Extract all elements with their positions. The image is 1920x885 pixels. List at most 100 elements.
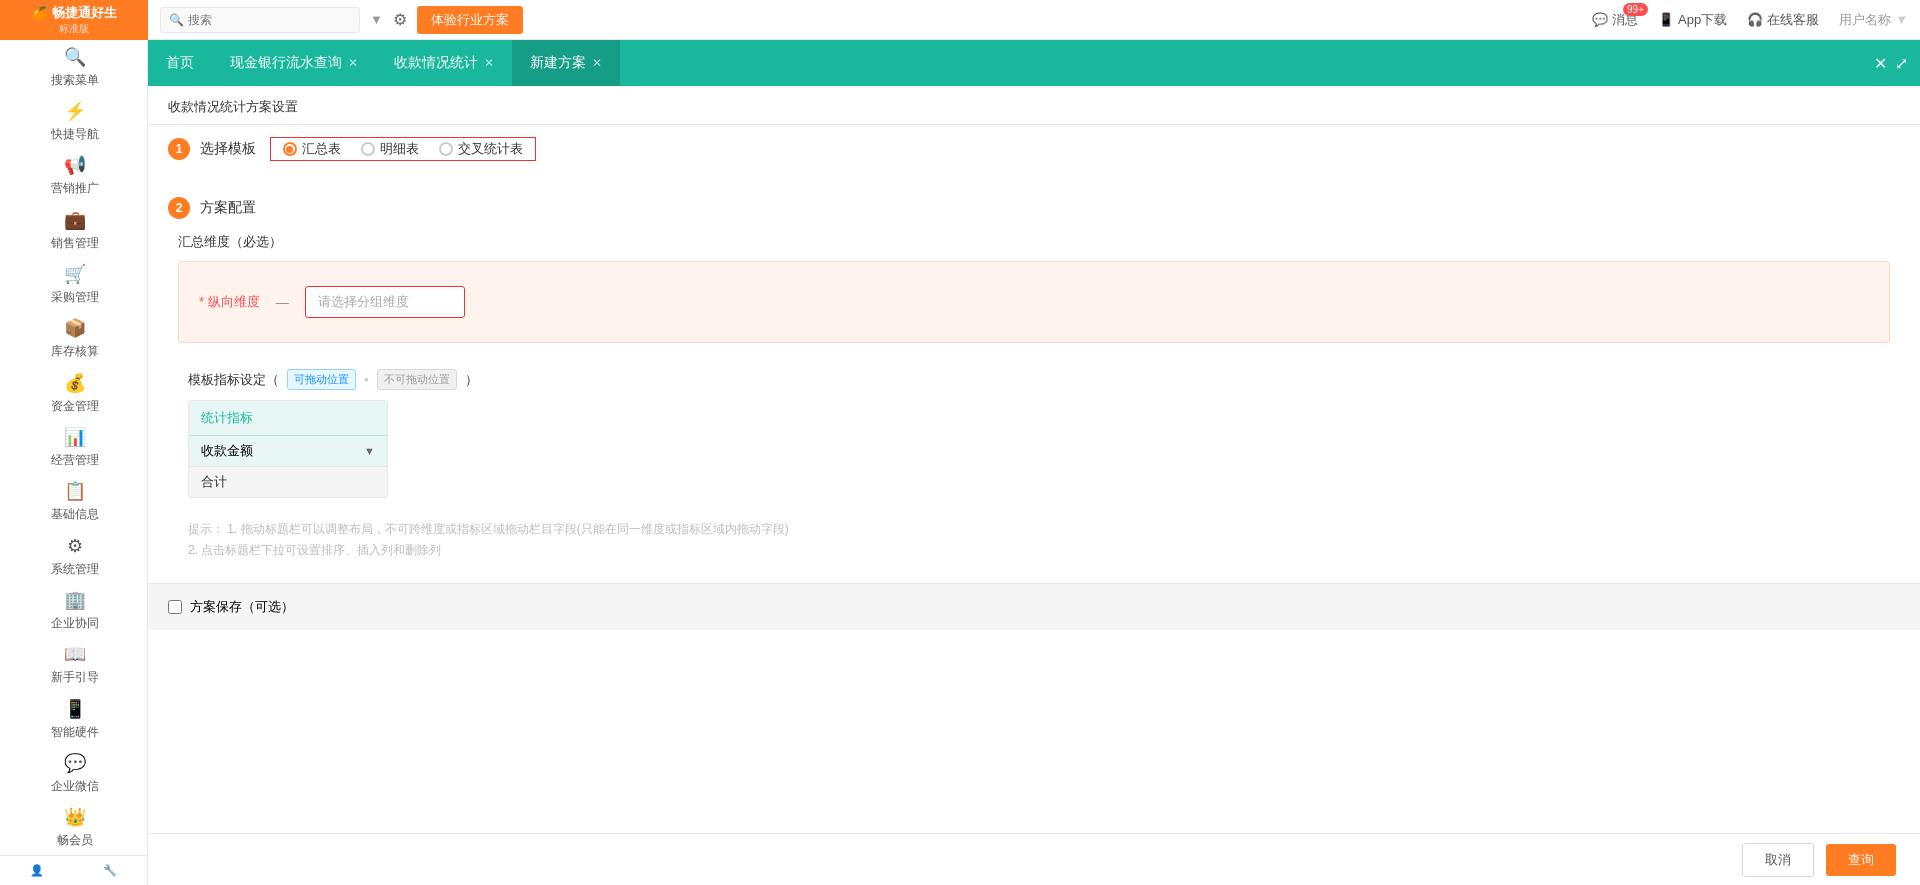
- tab-new-plan[interactable]: 新建方案 ✕: [512, 40, 620, 86]
- tab-receipt-stats-close[interactable]: ✕: [484, 56, 494, 70]
- marketing-icon: 📢: [64, 154, 86, 176]
- radio-detail[interactable]: 明细表: [361, 140, 419, 158]
- dimension-select-button[interactable]: 请选择分组维度: [305, 286, 465, 318]
- sidebar-item-system[interactable]: ⚙ 系统管理: [0, 529, 147, 583]
- sidebar-item-search[interactable]: 🔍 搜索菜单: [0, 40, 147, 94]
- inventory-icon: 📦: [64, 317, 86, 339]
- sidebar-item-label: 企业微信: [51, 778, 99, 795]
- radio-summary[interactable]: 汇总表: [283, 140, 341, 158]
- finance-icon: 💰: [64, 372, 86, 394]
- sidebar-item-wechat[interactable]: 💬 企业微信: [0, 746, 147, 800]
- guide-icon: 📖: [64, 643, 86, 665]
- sidebar-item-purchase[interactable]: 🛒 采购管理: [0, 257, 147, 311]
- page-inner: 收款情况统计方案设置 1 选择模板 汇总表: [148, 86, 1920, 833]
- sidebar-item-label: 库存核算: [51, 343, 99, 360]
- step2-section: 2 方案配置 汇总维度（必选） * 纵向维度 — 请选择分组维度: [148, 187, 1920, 583]
- hint-line-2: 2. 点击标题栏下拉可设置排序、插入列和删除列: [188, 542, 1880, 559]
- sidebar-item-enterprise[interactable]: 🏢 企业协同: [0, 583, 147, 637]
- save-section: 方案保存（可选）: [148, 584, 1920, 630]
- sidebar-item-marketing[interactable]: 📢 营销推广: [0, 149, 147, 203]
- radio-summary-label: 汇总表: [302, 140, 341, 158]
- save-checkbox[interactable]: [168, 600, 182, 614]
- sidebar-item-label: 快捷导航: [51, 126, 99, 143]
- dimension-row: * 纵向维度 — 请选择分组维度: [199, 286, 1869, 318]
- user-dropdown-icon: ▼: [1895, 12, 1908, 27]
- footer-bar: 取消 查询: [148, 833, 1920, 885]
- brand-area: 🍊 畅捷通好生 标准版: [0, 0, 148, 40]
- metrics-item-amount-label: 收款金额: [201, 442, 253, 460]
- sidebar-item-label: 新手引导: [51, 669, 99, 686]
- step1-badge: 1: [168, 138, 190, 160]
- message-button[interactable]: 💬 消息 99+: [1592, 11, 1638, 29]
- template-options-border: 汇总表 明细表 交叉统计表: [270, 137, 536, 161]
- tab-home-label: 首页: [166, 54, 194, 72]
- tab-maximize-button[interactable]: ⤢: [1895, 54, 1908, 73]
- step1-header: 1 选择模板 汇总表: [168, 137, 1900, 161]
- sidebar-item-label: 营销推广: [51, 180, 99, 197]
- sidebar-item-quick-nav[interactable]: ⚡ 快捷导航: [0, 94, 147, 148]
- query-button[interactable]: 查询: [1826, 844, 1896, 876]
- sidebar-item-finance[interactable]: 💰 资金管理: [0, 366, 147, 420]
- metrics-subtotal-label: 合计: [201, 474, 227, 489]
- metrics-item-amount[interactable]: 收款金额 ▼: [189, 435, 387, 466]
- sidebar-item-basic-info[interactable]: 📋 基础信息: [0, 475, 147, 529]
- tab-new-plan-label: 新建方案: [530, 54, 586, 72]
- service-icon: 🎧: [1747, 12, 1763, 27]
- member-icon: 👑: [64, 806, 86, 828]
- sidebar-item-member[interactable]: 👑 畅会员: [0, 801, 147, 855]
- sidebar-item-management[interactable]: 📊 经营管理: [0, 420, 147, 474]
- step1-title: 选择模板 汇总表 明细表: [200, 137, 536, 161]
- metrics-title-suffix: ）: [465, 371, 478, 389]
- service-label: 在线客服: [1767, 11, 1819, 29]
- sidebar-item-guide[interactable]: 📖 新手引导: [0, 638, 147, 692]
- message-badge: 99+: [1623, 3, 1648, 16]
- sidebar-item-sales[interactable]: 💼 销售管理: [0, 203, 147, 257]
- tab-receipt-stats-label: 收款情况统计: [394, 54, 478, 72]
- wechat-icon: 💬: [64, 752, 86, 774]
- tab-new-plan-close[interactable]: ✕: [592, 56, 602, 70]
- page-content: 收款情况统计方案设置 1 选择模板 汇总表: [148, 86, 1920, 833]
- search-icon: 🔍: [169, 13, 184, 27]
- step2-title: 方案配置: [200, 199, 256, 217]
- search-input[interactable]: [188, 13, 351, 27]
- sidebar-item-label: 系统管理: [51, 561, 99, 578]
- sidebar-item-hardware[interactable]: 📱 智能硬件: [0, 692, 147, 746]
- sidebar-user-icon[interactable]: 👤: [30, 864, 44, 877]
- cancel-button[interactable]: 取消: [1742, 843, 1814, 877]
- sidebar-item-label: 智能硬件: [51, 724, 99, 741]
- search-menu-icon: 🔍: [64, 46, 86, 68]
- management-icon: 📊: [64, 426, 86, 448]
- service-button[interactable]: 🎧 在线客服: [1747, 11, 1819, 29]
- sidebar-item-label: 基础信息: [51, 506, 99, 523]
- radio-crosstab-label: 交叉统计表: [458, 140, 523, 158]
- user-profile-icon: 👤: [30, 864, 44, 877]
- user-area[interactable]: 用户名称 ▼: [1839, 11, 1908, 29]
- sidebar-item-label: 企业协同: [51, 615, 99, 632]
- download-label: App下载: [1678, 11, 1727, 29]
- download-button[interactable]: 📱 App下载: [1658, 11, 1727, 29]
- brand-name: 畅捷通好生: [52, 4, 117, 22]
- tab-cashflow[interactable]: 现金银行流水查询 ✕: [212, 40, 376, 86]
- sidebar: 🔍 搜索菜单 ⚡ 快捷导航 📢 营销推广 💼 销售管理 🛒 采购管理 📦 库存核…: [0, 40, 148, 885]
- tab-cashflow-close[interactable]: ✕: [348, 56, 358, 70]
- gear-button[interactable]: ⚙: [393, 10, 407, 29]
- radio-crosstab[interactable]: 交叉统计表: [439, 140, 523, 158]
- settings-icon: 🔧: [103, 864, 117, 877]
- metrics-item-dropdown-icon: ▼: [364, 445, 375, 457]
- tab-close-all-button[interactable]: ✕: [1874, 54, 1887, 73]
- download-icon: 📱: [1658, 12, 1674, 27]
- basic-info-icon: 📋: [64, 480, 86, 502]
- tab-cashflow-label: 现金银行流水查询: [230, 54, 342, 72]
- sidebar-item-label: 畅会员: [57, 832, 93, 849]
- tab-receipt-stats[interactable]: 收款情况统计 ✕: [376, 40, 512, 86]
- dropdown-arrow-icon[interactable]: ▼: [370, 12, 383, 27]
- sidebar-item-inventory[interactable]: 📦 库存核算: [0, 312, 147, 366]
- sidebar-item-label: 资金管理: [51, 398, 99, 415]
- tab-home[interactable]: 首页: [148, 40, 212, 86]
- search-box[interactable]: 🔍: [160, 7, 360, 33]
- step1-label: 选择模板: [200, 140, 256, 156]
- tabbar: 首页 现金银行流水查询 ✕ 收款情况统计 ✕ 新建方案 ✕ ✕ ⤢: [148, 40, 1920, 86]
- trial-industry-button[interactable]: 体验行业方案: [417, 6, 523, 34]
- sidebar-settings-icon[interactable]: 🔧: [103, 864, 117, 877]
- sidebar-item-label: 采购管理: [51, 289, 99, 306]
